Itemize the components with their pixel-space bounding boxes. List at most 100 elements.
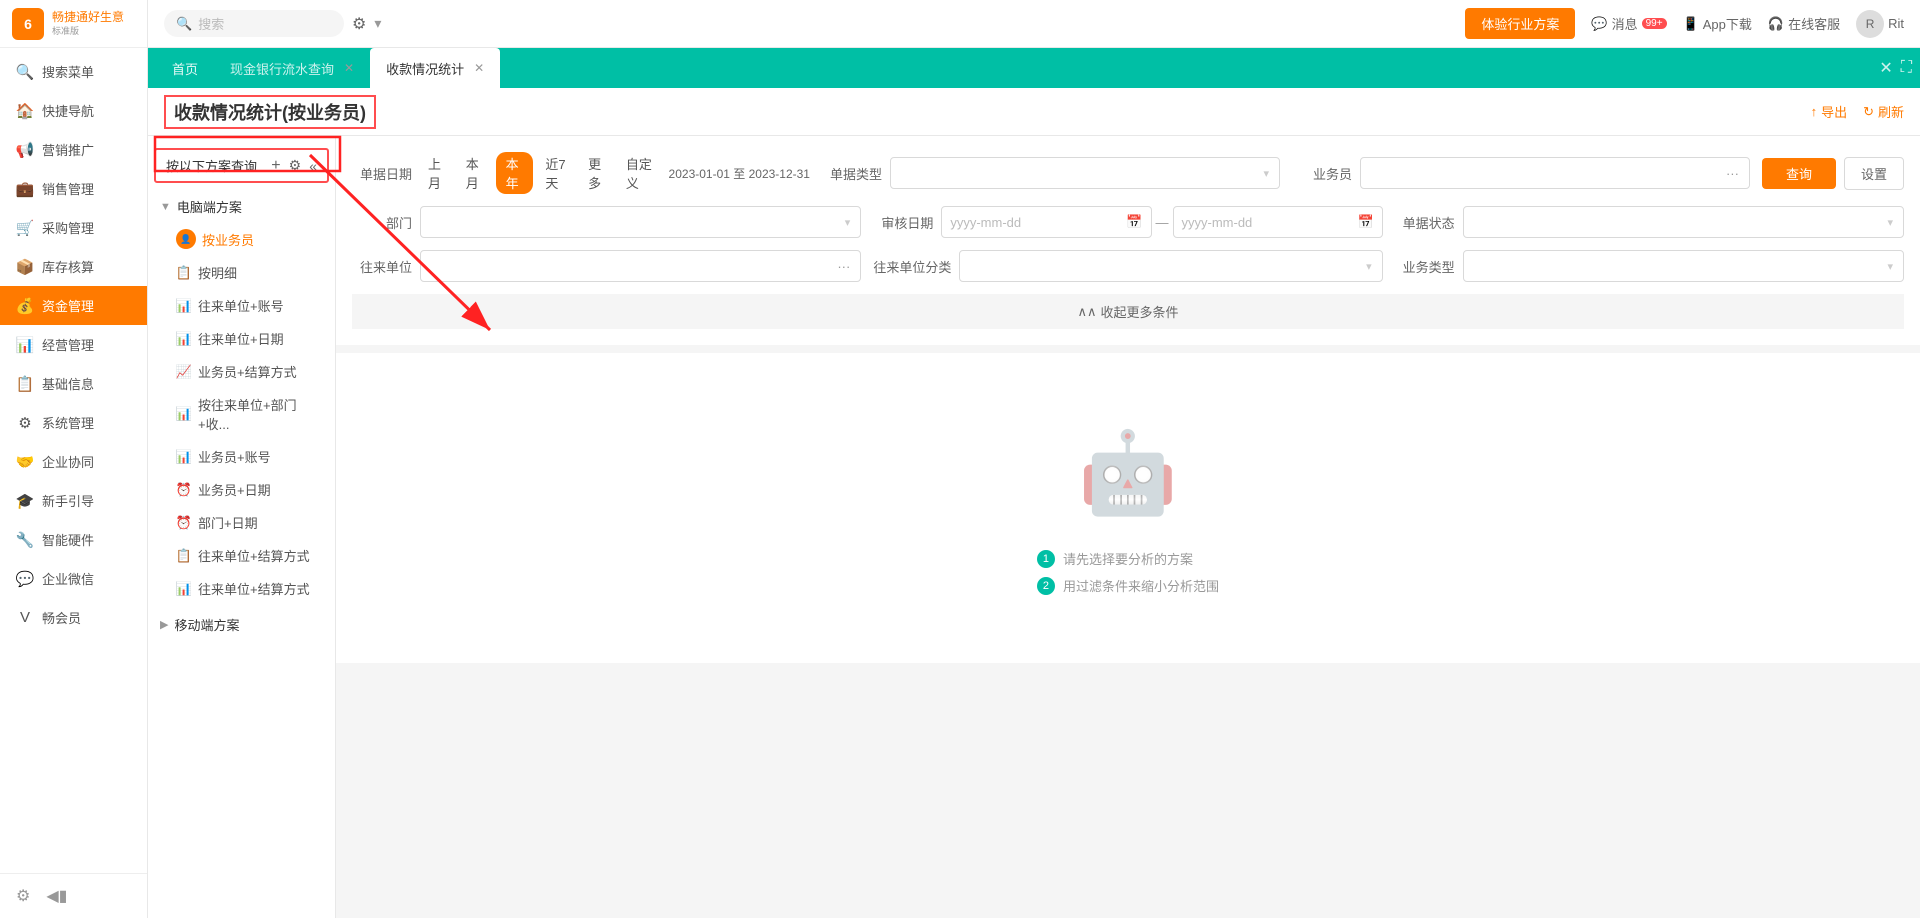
mobile-section-label: 移动端方案 [174,615,239,634]
tab-close-all-icon[interactable]: ✕ [1879,58,1892,78]
scheme-section-mobile: ▶ 移动端方案 [148,609,335,640]
by-detail-icon: 📋 [176,265,192,281]
refresh-icon: ↻ [1863,104,1874,120]
scheme-item-by-detail[interactable]: 📋 按明细 [148,256,335,289]
sidebar-item-basic[interactable]: 📋基础信息 [0,364,147,403]
date-tab-custom[interactable]: 自定义 [618,152,661,194]
scheme-item-unit-payment1[interactable]: 📋 往来单位+结算方式 [148,539,335,572]
scheme-settings-icon[interactable]: ⚙ [289,157,302,174]
sidebar-item-wechat[interactable]: 💬企业微信 [0,559,147,598]
logo-name: 畅捷通好生意 [52,10,124,24]
sidebar-item-marketing-label: 营销推广 [42,140,94,159]
date-tab-last7[interactable]: 近7天 [537,152,576,194]
sidebar-item-search[interactable]: 🔍搜索菜单 [0,52,147,91]
sidebar-item-guide[interactable]: 🎓新手引导 [0,481,147,520]
refresh-button[interactable]: ↻ 刷新 [1863,102,1904,121]
online-service-action[interactable]: 🎧 在线客服 [1768,14,1840,33]
date-tab-last-month[interactable]: 上月 [420,152,454,194]
export-button[interactable]: ↑ 导出 [1811,102,1848,121]
scheme-item-by-salesperson[interactable]: 👤 按业务员 [148,222,335,256]
sidebar-item-sales[interactable]: 💼销售管理 [0,169,147,208]
salesperson-more-icon[interactable]: ··· [1726,166,1739,181]
scheme-item-dept-date[interactable]: ⏰ 部门+日期 [148,506,335,539]
calendar-start-icon[interactable]: 📅 [1126,214,1142,230]
collapse-up-icon: ∧∧ [1077,304,1096,320]
scheme-item-salesperson-account[interactable]: 📊 业务员+账号 [148,440,335,473]
header-search-area[interactable]: 🔍 搜索 [164,10,344,37]
header-gear-icon[interactable]: ⚙ [352,14,366,34]
sidebar-item-purchase-label: 采购管理 [42,218,94,237]
scheme-add-icon[interactable]: + [271,157,280,175]
scheme-item-unit-date-label: 往来单位+日期 [198,329,284,348]
scheme-item-unit-payment2[interactable]: 📊 往来单位+结算方式 [148,572,335,605]
biz-type-input[interactable]: ▾ [1463,250,1904,282]
review-date-end-placeholder: yyyy-mm-dd [1182,215,1253,230]
app-download-action[interactable]: 📱 App下载 [1683,14,1752,33]
tab-bank-flow[interactable]: 现金银行流水查询 ✕ [214,48,370,88]
system-icon: ⚙ [16,414,34,432]
sidebar-gear-icon[interactable]: ⚙ [16,886,30,906]
app-icon: 📱 [1683,16,1699,32]
sidebar-item-system[interactable]: ⚙ 系统管理 [0,403,147,442]
service-icon: 🎧 [1768,16,1784,32]
scheme-item-salesperson-date-label: 业务员+日期 [198,480,271,499]
sidebar-item-system-label: 系统管理 [42,413,94,432]
salesperson-date-icon: ⏰ [176,482,192,498]
calendar-end-icon[interactable]: 📅 [1357,214,1373,230]
sidebar-item-quick-nav[interactable]: 🏠快捷导航 [0,91,147,130]
sidebar-item-operations[interactable]: 📊经营管理 [0,325,147,364]
settings-button[interactable]: 设置 [1844,157,1904,190]
scheme-item-unit-date[interactable]: 📊 往来单位+日期 [148,322,335,355]
scheme-section-pc-title[interactable]: ▼ 电脑端方案 [148,191,335,222]
date-tab-this-year[interactable]: 本年 [496,152,534,194]
scheme-item-salesperson-date[interactable]: ⏰ 业务员+日期 [148,473,335,506]
partner-input[interactable]: ··· [420,250,861,282]
tab-receipt-stats[interactable]: 收款情况统计 ✕ [370,48,500,88]
scheme-section-mobile-title[interactable]: ▶ 移动端方案 [148,609,335,640]
sidebar-item-member-label: 畅会员 [42,608,81,627]
scheme-item-unit-payment1-label: 往来单位+结算方式 [198,546,310,565]
sidebar-item-purchase[interactable]: 🛒采购管理 [0,208,147,247]
partner-more-icon[interactable]: ··· [837,259,850,274]
filter-item-biz-type: 业务类型 ▾ [1395,250,1904,282]
main-content: 🔍 搜索 ⚙ ▾ 体验行业方案 💬 消息 99+ 📱 App下载 🎧 [148,0,1920,918]
biz-type-arrow-icon: ▾ [1887,260,1893,273]
tab-receipt-stats-label: 收款情况统计 [386,59,464,78]
partner-category-label: 往来单位分类 [873,257,951,276]
tab-bank-flow-close[interactable]: ✕ [344,61,354,75]
salesperson-payment-icon: 📈 [176,364,192,380]
dept-input[interactable]: ▾ [420,206,861,238]
user-area[interactable]: R Rit [1856,10,1904,38]
date-tab-more[interactable]: 更多 [580,152,614,194]
tab-home[interactable]: 首页 [156,51,214,86]
scheme-collapse-icon[interactable]: « [309,158,317,174]
review-date-end[interactable]: yyyy-mm-dd 📅 [1173,206,1383,238]
collapse-conditions-button[interactable]: ∧∧ 收起更多条件 [352,294,1904,329]
trial-button[interactable]: 体验行业方案 [1465,8,1575,39]
sidebar-item-marketing[interactable]: 📢营销推广 [0,130,147,169]
voucher-status-input[interactable]: ▾ [1463,206,1904,238]
tab-maximize-icon[interactable]: ⛶ [1901,59,1912,77]
scheme-item-by-unit-dept[interactable]: 📊 按往来单位+部门+收... [148,388,335,440]
sidebar-item-inventory[interactable]: 📦库存核算 [0,247,147,286]
salesperson-input[interactable]: ··· [1360,157,1750,189]
filter-item-voucher-status: 单据状态 ▾ [1395,206,1904,238]
header-dropdown-icon[interactable]: ▾ [374,15,381,32]
review-date-start[interactable]: yyyy-mm-dd 📅 [941,206,1151,238]
sidebar-item-hardware[interactable]: 🔧智能硬件 [0,520,147,559]
quick-nav-icon: 🏠 [16,102,34,120]
tab-receipt-stats-close[interactable]: ✕ [474,61,484,75]
messages-action[interactable]: 💬 消息 99+ [1591,14,1666,33]
voucher-type-input[interactable]: ▾ [890,157,1280,189]
sidebar-item-finance[interactable]: 💰资金管理 [0,286,147,325]
scheme-item-salesperson-payment[interactable]: 📈 业务员+结算方式 [148,355,335,388]
scheme-item-unit-account[interactable]: 📊 往来单位+账号 [148,289,335,322]
sidebar-item-enterprise[interactable]: 🤝企业协同 [0,442,147,481]
page-title: 收款情况统计(按业务员) [164,95,376,129]
query-button[interactable]: 查询 [1762,158,1836,189]
partner-category-input[interactable]: ▾ [959,250,1382,282]
logo-icon: 6 [12,8,44,40]
date-tab-this-month[interactable]: 本月 [458,152,492,194]
sidebar-collapse-icon[interactable]: ◀▮ [46,886,67,906]
sidebar-item-member[interactable]: V畅会员 [0,598,147,637]
